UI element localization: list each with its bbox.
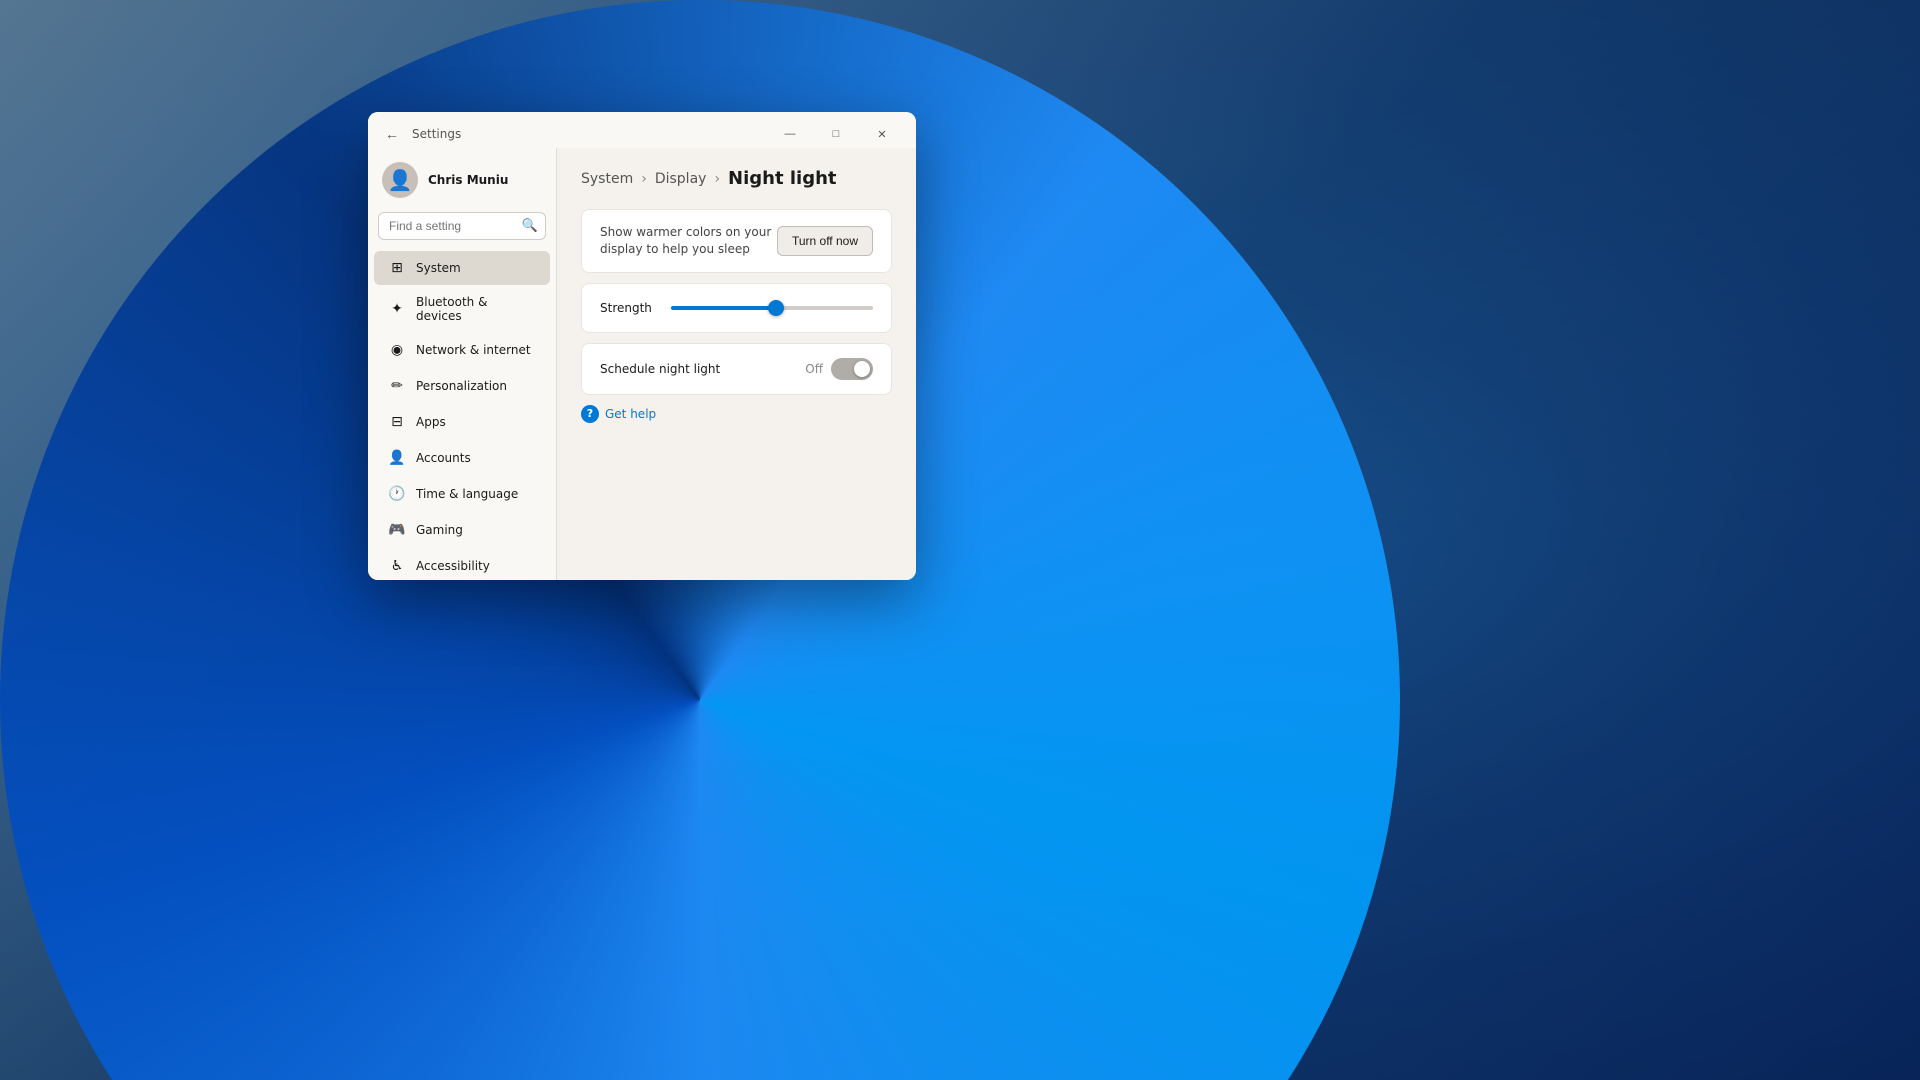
window-title: Settings <box>412 127 461 141</box>
user-section: 👤 Chris Muniu <box>368 152 556 212</box>
search-icon: 🔍 <box>522 219 538 234</box>
schedule-card: Schedule night light Off <box>581 343 892 395</box>
sidebar-item-apps[interactable]: ⊟ Apps <box>374 405 550 439</box>
accounts-icon: 👤 <box>388 449 406 467</box>
network-icon: ◉ <box>388 341 406 359</box>
main-content: System › Display › Night light Show warm… <box>556 148 916 580</box>
personalization-icon: ✏ <box>388 377 406 395</box>
maximize-button[interactable]: □ <box>814 120 858 148</box>
sidebar-item-label: Network & internet <box>416 343 531 357</box>
strength-card: Strength <box>581 283 892 333</box>
toggle-group: Off <box>805 358 873 380</box>
strength-row: Strength <box>600 298 873 318</box>
back-button[interactable]: ← <box>380 122 404 146</box>
night-light-description-card: Show warmer colors on your display to he… <box>581 209 892 273</box>
strength-label: Strength <box>600 301 655 315</box>
sidebar-item-accessibility[interactable]: ♿ Accessibility <box>374 549 550 580</box>
page-title: Night light <box>728 168 836 189</box>
help-icon: ? <box>581 405 599 423</box>
avatar: 👤 <box>382 162 418 198</box>
sidebar-item-label: Time & language <box>416 487 518 501</box>
settings-window: ← Settings — □ ✕ 👤 Chris Muniu 🔍 <box>368 112 916 580</box>
get-help-link[interactable]: ? Get help <box>581 405 892 423</box>
toggle-knob <box>854 361 870 377</box>
sidebar-item-personalization[interactable]: ✏ Personalization <box>374 369 550 403</box>
sidebar-item-bluetooth[interactable]: ✦ Bluetooth & devices <box>374 287 550 331</box>
search-input[interactable] <box>378 212 546 240</box>
breadcrumb-sep-2: › <box>714 171 720 187</box>
breadcrumb-display[interactable]: Display <box>655 171 707 187</box>
breadcrumb-sep-1: › <box>641 171 647 187</box>
close-button[interactable]: ✕ <box>860 120 904 148</box>
accessibility-icon: ♿ <box>388 557 406 575</box>
sidebar-item-label: Accounts <box>416 451 471 465</box>
search-box: 🔍 <box>378 212 546 240</box>
sidebar-item-label: Bluetooth & devices <box>416 295 536 323</box>
slider-fill <box>671 306 776 310</box>
sidebar-item-label: Accessibility <box>416 559 490 573</box>
sidebar-item-time[interactable]: 🕐 Time & language <box>374 477 550 511</box>
sidebar-item-system[interactable]: ⊞ System <box>374 251 550 285</box>
window-controls: — □ ✕ <box>768 120 904 148</box>
sidebar-item-accounts[interactable]: 👤 Accounts <box>374 441 550 475</box>
breadcrumb: System › Display › Night light <box>581 168 892 189</box>
bluetooth-icon: ✦ <box>388 300 406 318</box>
toggle-off-label: Off <box>805 362 823 376</box>
wallpaper <box>0 0 1920 1080</box>
apps-icon: ⊟ <box>388 413 406 431</box>
time-icon: 🕐 <box>388 485 406 503</box>
title-bar: ← Settings — □ ✕ <box>368 112 916 148</box>
schedule-row: Schedule night light Off <box>600 358 873 380</box>
gaming-icon: 🎮 <box>388 521 406 539</box>
sidebar-item-label: Personalization <box>416 379 507 393</box>
user-icon: 👤 <box>388 168 413 192</box>
get-help-label: Get help <box>605 407 656 421</box>
user-name: Chris Muniu <box>428 173 508 187</box>
minimize-button[interactable]: — <box>768 120 812 148</box>
sidebar-item-label: Gaming <box>416 523 463 537</box>
slider-thumb[interactable] <box>768 300 784 316</box>
strength-slider-container[interactable] <box>671 298 873 318</box>
title-bar-left: ← Settings <box>380 122 461 146</box>
system-icon: ⊞ <box>388 259 406 277</box>
night-light-description: Show warmer colors on your display to he… <box>600 224 777 258</box>
card-row: Show warmer colors on your display to he… <box>600 224 873 258</box>
sidebar-item-gaming[interactable]: 🎮 Gaming <box>374 513 550 547</box>
turn-off-button[interactable]: Turn off now <box>777 226 873 256</box>
schedule-label: Schedule night light <box>600 362 720 376</box>
content-area: 👤 Chris Muniu 🔍 ⊞ System ✦ Bluetooth & d… <box>368 148 916 580</box>
sidebar-item-label: System <box>416 261 461 275</box>
sidebar-item-label: Apps <box>416 415 446 429</box>
schedule-toggle[interactable] <box>831 358 873 380</box>
breadcrumb-system[interactable]: System <box>581 171 633 187</box>
sidebar-item-network[interactable]: ◉ Network & internet <box>374 333 550 367</box>
sidebar: 👤 Chris Muniu 🔍 ⊞ System ✦ Bluetooth & d… <box>368 148 556 580</box>
